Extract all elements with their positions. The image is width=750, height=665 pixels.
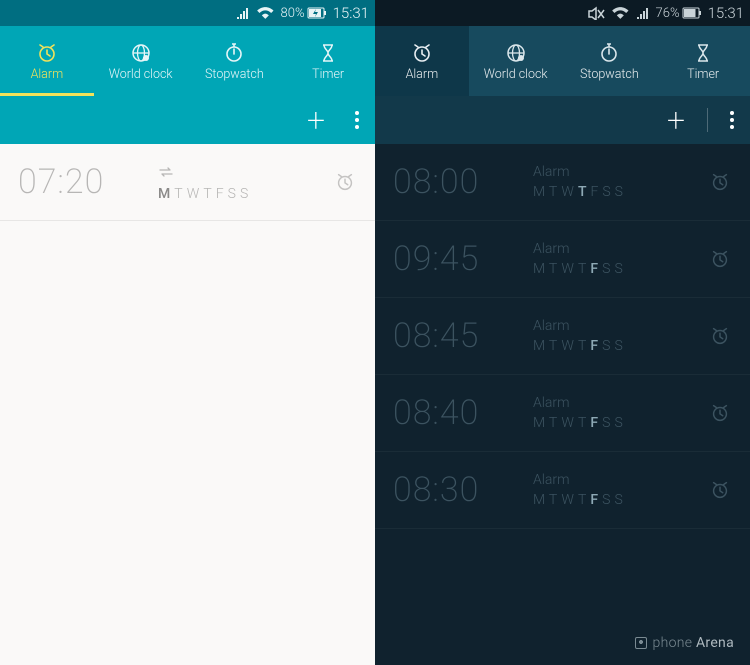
status-time: 15:31 [333,4,369,22]
tab-label: World clock [484,67,548,82]
add-alarm-button[interactable]: + [659,104,693,136]
alarm-toggle-icon[interactable] [331,171,359,193]
alarm-time: 08:00 [393,162,523,202]
tab-label: Stopwatch [205,67,264,82]
alarm-days: MTWTFSS [158,186,331,202]
status-bar: 76% 15:31 [375,0,750,26]
alarm-days: MTWTFSS [533,415,706,431]
battery-percent: 76% [656,6,680,21]
globe-icon [504,41,528,65]
alarm-days: MTWTFSS [533,492,706,508]
repeat-icon [158,163,331,182]
alarm-label: Alarm [533,241,706,257]
tab-alarm[interactable]: Alarm [0,26,94,96]
stopwatch-icon [222,41,246,65]
tab-bar: Alarm World clock Stopwatch Timer [0,26,375,96]
hourglass-icon [316,41,340,65]
action-bar: + [375,96,750,144]
phone-screen-light: 80% 15:31 Alarm World clock Stopwatch Ti… [0,0,375,665]
add-alarm-button[interactable]: + [299,104,333,136]
tab-world-clock[interactable]: World clock [94,26,188,96]
action-bar: + [0,96,375,144]
tab-alarm[interactable]: Alarm [375,26,469,96]
tab-label: Timer [312,67,344,82]
tab-stopwatch[interactable]: Stopwatch [188,26,282,96]
alarm-list: 07:20 MTWTFSS [0,144,375,665]
alarm-clock-icon [410,41,434,65]
globe-icon [129,41,153,65]
hourglass-icon [691,41,715,65]
overflow-menu-button[interactable] [722,111,742,129]
tab-label: Stopwatch [580,67,639,82]
alarm-label: Alarm [533,472,706,488]
tab-label: Alarm [406,67,439,82]
alarm-toggle-icon[interactable] [706,325,734,347]
tab-timer[interactable]: Timer [281,26,375,96]
alarm-time: 08:40 [393,393,523,433]
overflow-menu-button[interactable] [347,111,367,129]
alarm-time: 08:45 [393,316,523,356]
alarm-time: 07:20 [18,162,148,202]
alarm-row[interactable]: 08:30 Alarm MTWTFSS [375,452,750,529]
alarm-toggle-icon[interactable] [706,248,734,270]
tab-bar: Alarm World clock Stopwatch Timer [375,26,750,96]
alarm-label: Alarm [533,164,706,180]
status-time: 15:31 [708,4,744,22]
tab-world-clock[interactable]: World clock [469,26,563,96]
alarm-days: MTWTFSS [533,338,706,354]
alarm-toggle-icon[interactable] [706,171,734,193]
alarm-time: 09:45 [393,239,523,279]
alarm-toggle-icon[interactable] [706,479,734,501]
status-bar: 80% 15:31 [0,0,375,26]
alarm-row[interactable]: 07:20 MTWTFSS [0,144,375,221]
battery-icon [682,6,702,20]
phone-screen-dark: 76% 15:31 Alarm World clock Stopwatch Ti… [375,0,750,665]
battery-percent: 80% [281,6,305,21]
wifi-icon [611,6,630,20]
tab-label: World clock [109,67,173,82]
alarm-label: Alarm [533,395,706,411]
alarm-label: Alarm [533,318,706,334]
signal-icon [636,6,650,20]
wifi-icon [256,6,275,20]
alarm-clock-icon [35,41,59,65]
alarm-row[interactable]: 09:45 Alarm MTWTFSS [375,221,750,298]
tab-label: Timer [687,67,719,82]
alarm-days: MTWTFSS [533,184,706,200]
tab-timer[interactable]: Timer [656,26,750,96]
signal-icon [236,6,250,20]
alarm-row[interactable]: 08:00 Alarm MTWTFSS [375,144,750,221]
stopwatch-icon [597,41,621,65]
mute-icon [587,6,605,20]
battery-charging-icon [307,6,327,20]
alarm-days: MTWTFSS [533,261,706,277]
alarm-row[interactable]: 08:40 Alarm MTWTFSS [375,375,750,452]
alarm-row[interactable]: 08:45 Alarm MTWTFSS [375,298,750,375]
separator [707,108,708,132]
alarm-toggle-icon[interactable] [706,402,734,424]
alarm-time: 08:30 [393,470,523,510]
tab-label: Alarm [31,67,64,82]
tab-stopwatch[interactable]: Stopwatch [563,26,657,96]
alarm-list: 08:00 Alarm MTWTFSS 09:45 Alarm MTWTFSS … [375,144,750,665]
